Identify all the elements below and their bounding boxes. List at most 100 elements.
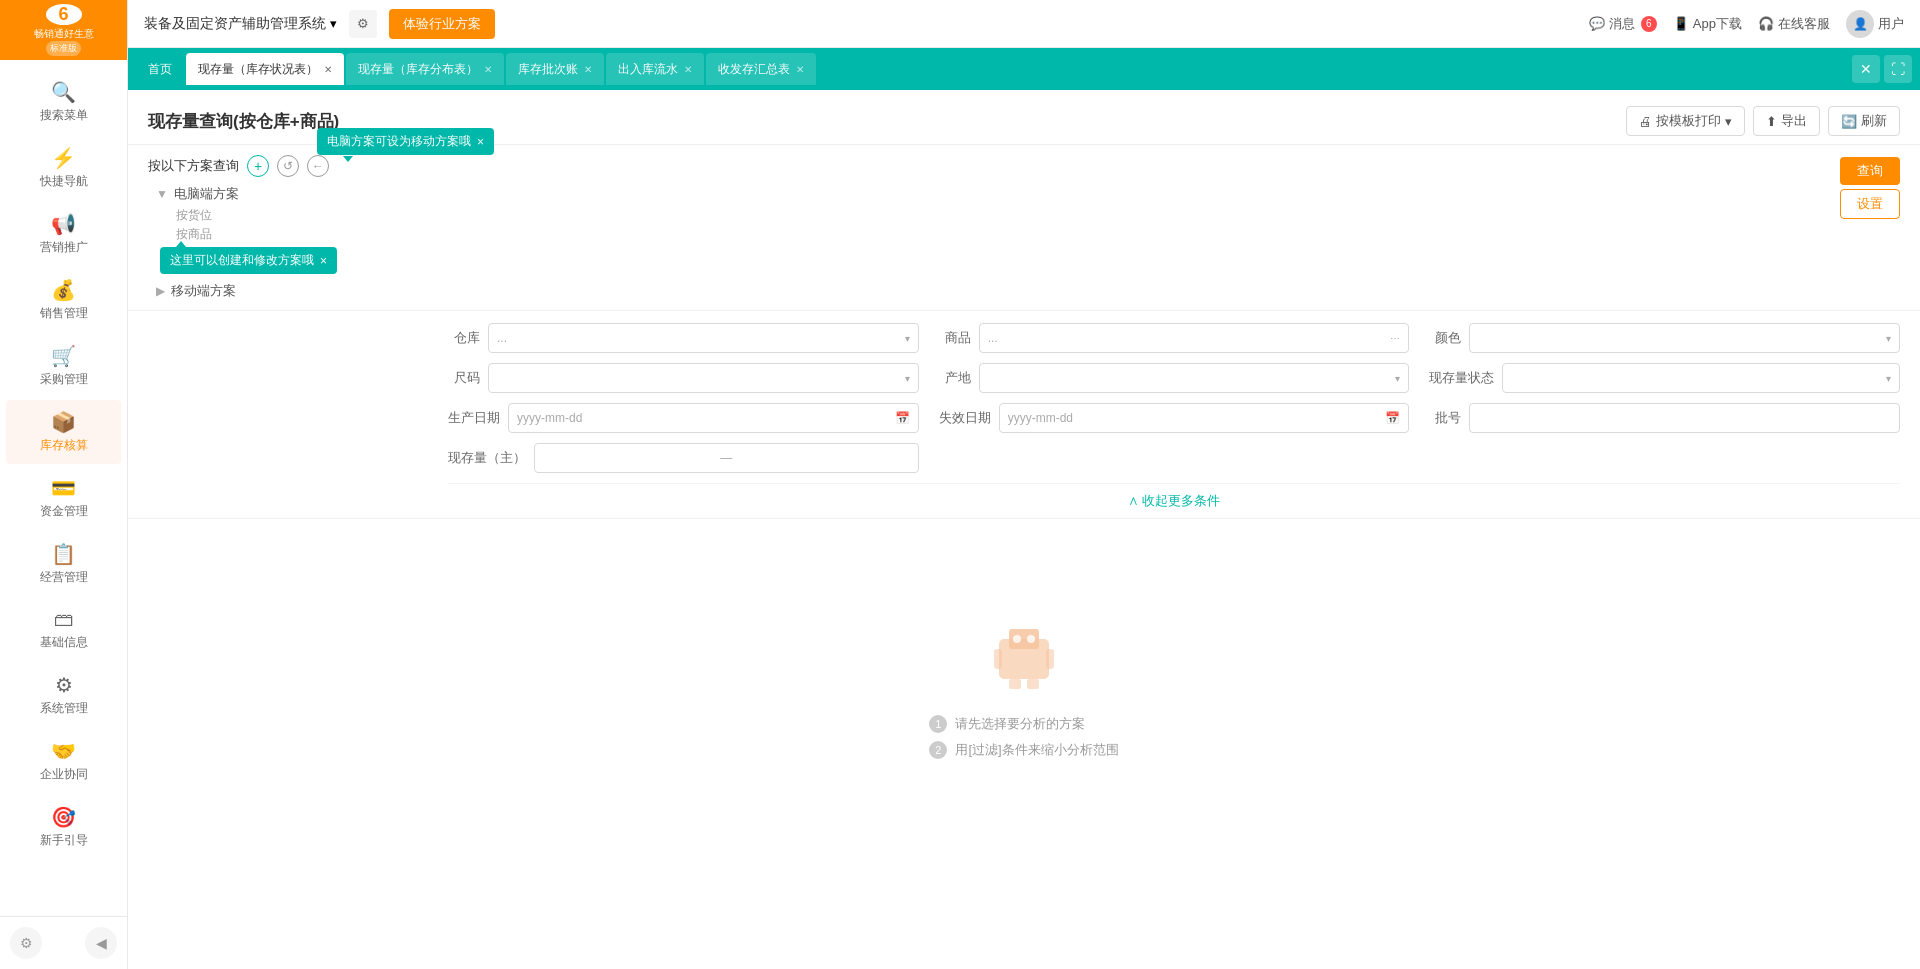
form-item-batch: 批号 bbox=[1429, 403, 1900, 433]
select-color[interactable]: ▾ bbox=[1469, 323, 1900, 353]
sidebar-item-basic-info[interactable]: 🗃 基础信息 bbox=[6, 598, 121, 661]
sidebar-item-finance[interactable]: 💳 资金管理 bbox=[6, 466, 121, 530]
sidebar-item-marketing[interactable]: 📢 营销推广 bbox=[6, 202, 121, 266]
form-item-warehouse: 仓库 ... ▾ bbox=[448, 323, 919, 353]
sidebar-item-operations[interactable]: 📋 经营管理 bbox=[6, 532, 121, 596]
step-2-num: 2 bbox=[929, 741, 947, 759]
tooltip1-arrow bbox=[343, 156, 353, 162]
svg-rect-4 bbox=[994, 649, 1002, 669]
sidebar-item-enterprise[interactable]: 🤝 企业协同 bbox=[6, 729, 121, 793]
color-dropdown-icon: ▾ bbox=[1886, 333, 1891, 344]
sidebar-item-quick-nav[interactable]: ⚡ 快捷导航 bbox=[6, 136, 121, 200]
select-warehouse[interactable]: ... ▾ bbox=[488, 323, 919, 353]
sales-icon: 💰 bbox=[51, 278, 76, 302]
tab-close-inventory-dist[interactable]: ✕ bbox=[484, 64, 492, 75]
app-download-action[interactable]: 📱 App下载 bbox=[1673, 15, 1742, 33]
tab-close-all-btn[interactable]: ✕ bbox=[1852, 55, 1880, 83]
product-dropdown-icon: ⋯ bbox=[1390, 333, 1400, 344]
input-batch[interactable] bbox=[1469, 403, 1900, 433]
sidebar-item-purchase[interactable]: 🛒 采购管理 bbox=[6, 334, 121, 398]
form-item-exp-date: 失效日期 yyyy-mm-dd 📅 bbox=[939, 403, 1410, 433]
logo-badge: 标准版 bbox=[46, 41, 81, 56]
tooltip1: 电脑方案可设为移动方案哦 × bbox=[317, 128, 494, 155]
svg-rect-6 bbox=[1009, 679, 1021, 689]
page-title: 现存量查询(按仓库+商品) bbox=[148, 110, 339, 133]
logo-text: 畅销通好生意 bbox=[34, 27, 94, 41]
system-title: 装备及固定资产辅助管理系统 bbox=[144, 15, 326, 33]
label-origin: 产地 bbox=[939, 369, 971, 387]
tooltip1-close[interactable]: × bbox=[477, 135, 484, 149]
select-origin[interactable]: ▾ bbox=[979, 363, 1410, 393]
tab-inventory-dist[interactable]: 现存量（库存分布表） ✕ bbox=[346, 53, 504, 85]
tab-close-in-out[interactable]: ✕ bbox=[684, 64, 692, 75]
tab-close-collect-send[interactable]: ✕ bbox=[796, 64, 804, 75]
filter-refresh-btn[interactable]: ↺ bbox=[277, 155, 299, 177]
tab-close-inventory-batch[interactable]: ✕ bbox=[584, 64, 592, 75]
collapse-sidebar-btn[interactable]: ◀ bbox=[85, 927, 117, 959]
header-left: 装备及固定资产辅助管理系统 ▾ ⚙ 体验行业方案 bbox=[144, 9, 495, 39]
message-action[interactable]: 💬 消息 6 bbox=[1589, 15, 1657, 33]
reset-btn[interactable]: 设置 bbox=[1840, 189, 1900, 219]
tab-close-inventory-status[interactable]: ✕ bbox=[324, 64, 332, 75]
sidebar-item-guide[interactable]: 🎯 新手引导 bbox=[6, 795, 121, 859]
tab-in-out[interactable]: 出入库流水 ✕ bbox=[606, 53, 704, 85]
query-btn[interactable]: 查询 bbox=[1840, 157, 1900, 185]
step-1-num: 1 bbox=[929, 715, 947, 733]
pc-scheme-item-2[interactable]: 按商品 bbox=[176, 226, 1900, 243]
label-size: 尺码 bbox=[448, 369, 480, 387]
select-product[interactable]: ... ⋯ bbox=[979, 323, 1410, 353]
sidebar-item-inventory[interactable]: 📦 库存核算 bbox=[6, 400, 121, 464]
basic-info-icon: 🗃 bbox=[54, 608, 74, 631]
select-status[interactable]: ▾ bbox=[1502, 363, 1900, 393]
refresh-icon: 🔄 bbox=[1841, 114, 1857, 129]
select-product-wrapper: ... ⋯ bbox=[979, 323, 1410, 353]
date-prod[interactable]: yyyy-mm-dd 📅 bbox=[508, 403, 919, 433]
date-exp[interactable]: yyyy-mm-dd 📅 bbox=[999, 403, 1410, 433]
qty-max[interactable] bbox=[736, 451, 909, 465]
status-dropdown-icon: ▾ bbox=[1886, 373, 1891, 384]
qty-min[interactable] bbox=[543, 451, 716, 465]
top-header: 装备及固定资产辅助管理系统 ▾ ⚙ 体验行业方案 💬 消息 6 📱 App下载 … bbox=[128, 0, 1920, 48]
export-btn[interactable]: ⬆ 导出 bbox=[1753, 106, 1820, 136]
tooltip2-close[interactable]: × bbox=[320, 254, 327, 268]
empty-step-1: 1 请先选择要分析的方案 bbox=[929, 715, 1118, 733]
print-btn[interactable]: 🖨 按模板打印 ▾ bbox=[1626, 106, 1745, 136]
settings-bottom-btn[interactable]: ⚙ bbox=[10, 927, 42, 959]
system-title-dropdown[interactable]: 装备及固定资产辅助管理系统 ▾ bbox=[144, 15, 337, 33]
tab-fullscreen-btn[interactable]: ⛶ bbox=[1884, 55, 1912, 83]
trial-btn[interactable]: 体验行业方案 bbox=[389, 9, 495, 39]
tab-home[interactable]: 首页 bbox=[136, 53, 184, 85]
online-service-action[interactable]: 🎧 在线客服 bbox=[1758, 15, 1830, 33]
svg-point-3 bbox=[1027, 635, 1035, 643]
qty-range[interactable]: — bbox=[534, 443, 919, 473]
sidebar-item-system[interactable]: ⚙ 系统管理 bbox=[6, 663, 121, 727]
purchase-icon: 🛒 bbox=[51, 344, 76, 368]
service-icon: 🎧 bbox=[1758, 16, 1774, 31]
select-warehouse-wrapper: ... ▾ bbox=[488, 323, 919, 353]
sidebar-item-sales[interactable]: 💰 销售管理 bbox=[6, 268, 121, 332]
form-area: 仓库 ... ▾ 商品 ... ⋯ bbox=[128, 311, 1920, 519]
tab-inventory-status[interactable]: 现存量（库存状况表） ✕ bbox=[186, 53, 344, 85]
header-settings-btn[interactable]: ⚙ bbox=[349, 10, 377, 38]
dropdown-icon: ▾ bbox=[330, 16, 337, 31]
marketing-icon: 📢 bbox=[51, 212, 76, 236]
collapse-more-btn[interactable]: ∧ 收起更多条件 bbox=[448, 483, 1900, 518]
user-action[interactable]: 👤 用户 bbox=[1846, 10, 1904, 38]
select-size[interactable]: ▾ bbox=[488, 363, 919, 393]
operations-icon: 📋 bbox=[51, 542, 76, 566]
pc-scheme-item-1[interactable]: 按货位 bbox=[176, 207, 1900, 224]
filter-add-btn[interactable]: + bbox=[247, 155, 269, 177]
tab-collect-send[interactable]: 收发存汇总表 ✕ bbox=[706, 53, 816, 85]
filter-arrow-btn[interactable]: ← bbox=[307, 155, 329, 177]
refresh-btn[interactable]: 🔄 刷新 bbox=[1828, 106, 1900, 136]
mobile-scheme-header: ▶ 移动端方案 bbox=[156, 282, 1900, 300]
empty-state: 1 请先选择要分析的方案 2 用[过滤]条件来缩小分析范围 bbox=[128, 519, 1920, 839]
search-icon: 🔍 bbox=[51, 80, 76, 104]
tab-bar-right: ✕ ⛶ bbox=[1852, 55, 1912, 83]
tab-inventory-batch[interactable]: 库存批次账 ✕ bbox=[506, 53, 604, 85]
sidebar-item-search[interactable]: 🔍 搜索菜单 bbox=[6, 70, 121, 134]
form-item-size: 尺码 ▾ bbox=[448, 363, 919, 393]
form-item-product: 商品 ... ⋯ bbox=[939, 323, 1410, 353]
header-right: 💬 消息 6 📱 App下载 🎧 在线客服 👤 用户 bbox=[1589, 10, 1904, 38]
form-item-color: 颜色 ▾ bbox=[1429, 323, 1900, 353]
